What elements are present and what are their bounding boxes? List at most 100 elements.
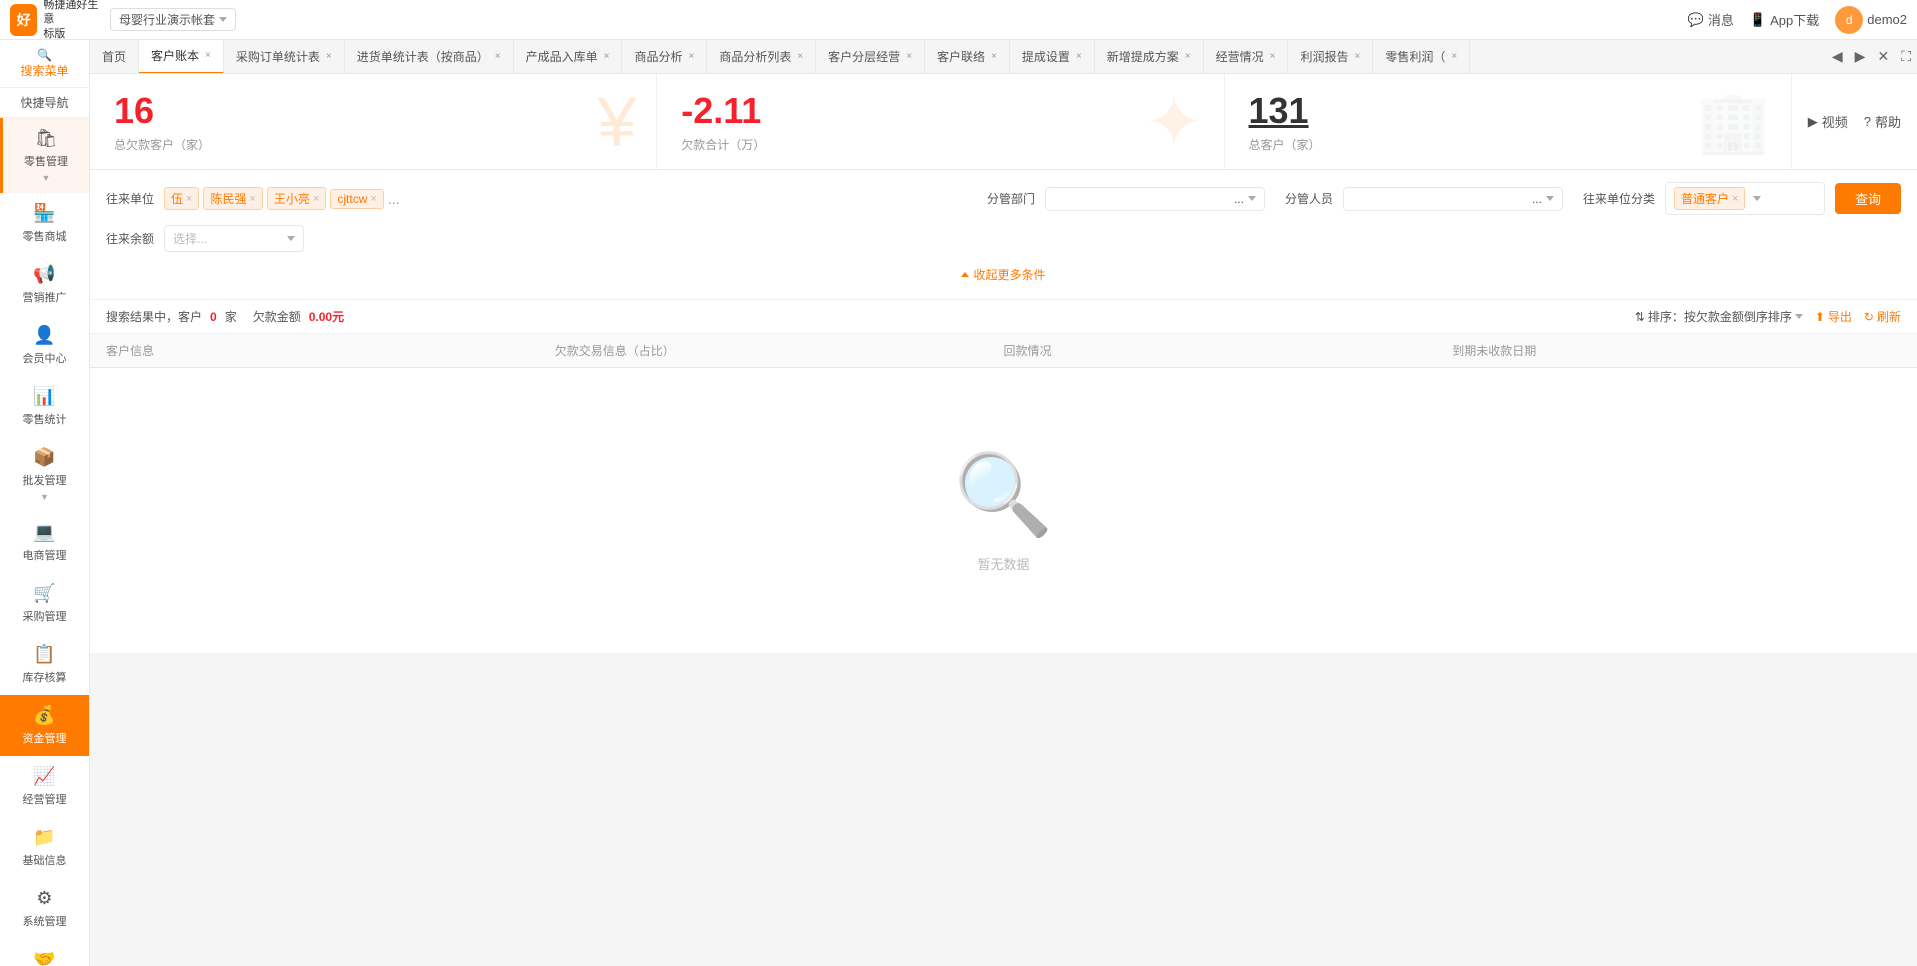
sidebar: 🔍 搜索菜单 快捷导航 🛍 零售管理 ▼ 🏪 零售商城 📢 营销推广 👤 会员中… xyxy=(0,40,90,966)
sidebar-item-inventory[interactable]: 📋 库存核算 xyxy=(0,634,89,695)
manager-selector[interactable]: ... xyxy=(1343,187,1563,211)
remove-tag-wu[interactable]: × xyxy=(186,193,192,205)
retail-stats-icon: 📊 xyxy=(33,386,55,407)
manager-filter-label: 分管人员 xyxy=(1285,190,1333,207)
more-tags-button[interactable]: ... xyxy=(388,191,400,207)
table-body: 🔍 暂无数据 xyxy=(90,368,1917,653)
refresh-button[interactable]: ↻ 刷新 xyxy=(1864,308,1901,325)
tab-produce[interactable]: 产成品入库单 × xyxy=(514,40,623,74)
tab-accounts[interactable]: 客户账本 × xyxy=(139,40,224,74)
retail-mall-icon: 🏪 xyxy=(33,203,55,224)
empty-state: 🔍 暂无数据 xyxy=(90,368,1917,653)
store-selector[interactable]: 母婴行业演示帐套 xyxy=(110,8,236,31)
sidebar-item-enterprise[interactable]: 🤝 企业协同 xyxy=(0,939,89,966)
app-download-button[interactable]: 📱 App下载 xyxy=(1750,10,1819,29)
export-button[interactable]: ⬆ 导出 xyxy=(1815,308,1852,325)
tab-product-list[interactable]: 商品分析列表 × xyxy=(707,40,816,74)
balance-selector[interactable]: 选择... xyxy=(164,225,304,252)
tab-profit-report[interactable]: 利润报告 × xyxy=(1288,40,1373,74)
collapse-filter-button[interactable]: 收起更多条件 xyxy=(957,262,1049,287)
sidebar-item-retail[interactable]: 🛍 零售管理 ▼ xyxy=(0,118,89,193)
remove-tag-cjttcw[interactable]: × xyxy=(370,193,376,205)
tab-prev-button[interactable]: ◀ xyxy=(1826,40,1849,74)
tab-next-button[interactable]: ▶ xyxy=(1849,40,1872,74)
close-icon[interactable]: × xyxy=(495,51,501,62)
help-link[interactable]: ? 帮助 xyxy=(1864,112,1901,131)
close-icon[interactable]: × xyxy=(205,50,211,61)
chevron-down-icon: ▼ xyxy=(40,492,49,502)
company-tag-chen[interactable]: 陈民强 × xyxy=(203,187,262,210)
sidebar-item-members[interactable]: 👤 会员中心 xyxy=(0,315,89,376)
company-tag-wang[interactable]: 王小亮 × xyxy=(267,187,326,210)
export-icon: ⬆ xyxy=(1815,310,1825,324)
close-icon[interactable]: × xyxy=(906,51,912,62)
category-tag-normal[interactable]: 普通客户 × xyxy=(1674,187,1745,210)
operations-icon: 📈 xyxy=(33,766,55,787)
remove-category-tag[interactable]: × xyxy=(1732,193,1738,205)
purchase-icon: 🛒 xyxy=(33,583,55,604)
search-button[interactable]: 查询 xyxy=(1835,183,1901,214)
sidebar-item-operations[interactable]: 📈 经营管理 xyxy=(0,756,89,817)
stat-total-debt: ✦ -2.11 欠款合计（万） xyxy=(657,74,1224,169)
user-profile[interactable]: d demo2 xyxy=(1835,6,1907,34)
tab-retail-profit[interactable]: 零售利润（ × xyxy=(1373,40,1470,74)
close-icon[interactable]: × xyxy=(1354,51,1360,62)
close-icon[interactable]: × xyxy=(604,51,610,62)
sidebar-item-purchase[interactable]: 🛒 采购管理 xyxy=(0,573,89,634)
remove-tag-chen[interactable]: × xyxy=(249,193,255,205)
members-icon: 👤 xyxy=(33,325,55,346)
top-right-actions: 💬 消息 📱 App下载 d demo2 xyxy=(1688,6,1907,34)
tab-customer-connect[interactable]: 客户联络 × xyxy=(925,40,1010,74)
tab-maximize-button[interactable]: ⛶ xyxy=(1895,40,1917,74)
chevron-down-icon xyxy=(1248,196,1256,201)
tab-customer-segment[interactable]: 客户分层经营 × xyxy=(816,40,925,74)
video-help-link[interactable]: ▶ 视频 xyxy=(1808,112,1848,131)
top-bar: 好 畅捷通好生意 标版 母婴行业演示帐套 💬 消息 📱 App下载 d demo… xyxy=(0,0,1917,40)
category-selector[interactable]: 普通客户 × xyxy=(1665,182,1825,215)
sidebar-item-system[interactable]: ⚙ 系统管理 xyxy=(0,878,89,939)
remove-tag-wang[interactable]: × xyxy=(313,193,319,205)
sidebar-item-retail-stats[interactable]: 📊 零售统计 xyxy=(0,376,89,437)
company-tag-cjttcw[interactable]: cjttcw × xyxy=(330,189,383,209)
filter-row-balance: 往来余额 选择... xyxy=(106,225,1901,252)
sidebar-item-retail-mall[interactable]: 🏪 零售商城 xyxy=(0,193,89,254)
sidebar-item-ecommerce[interactable]: 💻 电商管理 xyxy=(0,512,89,573)
stat-customers-label: 总欠款客户（家） xyxy=(114,136,210,153)
filter-row-company: 往来单位 伍 × 陈民强 × 王小亮 × xyxy=(106,182,1901,215)
stat-customers-value: 16 xyxy=(114,90,154,132)
tab-new-promote[interactable]: 新增提成方案 × xyxy=(1095,40,1204,74)
close-icon[interactable]: × xyxy=(991,51,997,62)
department-selector[interactable]: ... xyxy=(1045,187,1265,211)
tab-purchase-order[interactable]: 采购订单统计表 × xyxy=(224,40,345,74)
sort-button[interactable]: ⇅ 排序：按欠款金额倒序排序 xyxy=(1635,308,1803,325)
stat-all-customers: 🏢 131 总客户（家） xyxy=(1225,74,1792,169)
close-icon[interactable]: × xyxy=(688,51,694,62)
close-icon[interactable]: × xyxy=(1270,51,1276,62)
tab-product-analysis[interactable]: 商品分析 × xyxy=(622,40,707,74)
stat-total-customers: ¥ 16 总欠款客户（家） xyxy=(90,74,657,169)
stat-debt-label: 欠款合计（万） xyxy=(681,136,765,153)
sidebar-item-marketing[interactable]: 📢 营销推广 xyxy=(0,254,89,315)
sidebar-item-finance[interactable]: 💰 资金管理 xyxy=(0,695,89,756)
sidebar-quick-nav[interactable]: 快捷导航 xyxy=(0,88,89,118)
chevron-down-icon: ▼ xyxy=(42,173,51,183)
tab-home[interactable]: 首页 xyxy=(90,40,139,74)
close-icon[interactable]: × xyxy=(797,51,803,62)
tab-biz-status[interactable]: 经营情况 × xyxy=(1204,40,1289,74)
close-icon[interactable]: × xyxy=(1185,51,1191,62)
tab-inbound[interactable]: 进货单统计表（按商品） × xyxy=(345,40,514,74)
close-icon[interactable]: × xyxy=(1076,51,1082,62)
col-debt-info: 欠款交易信息（占比） xyxy=(555,342,1004,359)
wholesale-icon: 📦 xyxy=(33,447,55,468)
close-icon[interactable]: × xyxy=(1451,51,1457,62)
sidebar-item-basic-info[interactable]: 📁 基础信息 xyxy=(0,817,89,878)
tab-close-all-button[interactable]: ✕ xyxy=(1871,40,1895,74)
company-tag-wu[interactable]: 伍 × xyxy=(164,187,199,210)
tab-promote-setting[interactable]: 提成设置 × xyxy=(1010,40,1095,74)
messages-button[interactable]: 💬 消息 xyxy=(1688,10,1734,29)
balance-filter-label: 往来余额 xyxy=(106,230,154,247)
sidebar-item-wholesale[interactable]: 📦 批发管理 ▼ xyxy=(0,437,89,512)
logo-text: 畅捷通好生意 标版 xyxy=(43,0,100,41)
close-icon[interactable]: × xyxy=(326,51,332,62)
sidebar-search[interactable]: 🔍 搜索菜单 xyxy=(0,40,89,88)
